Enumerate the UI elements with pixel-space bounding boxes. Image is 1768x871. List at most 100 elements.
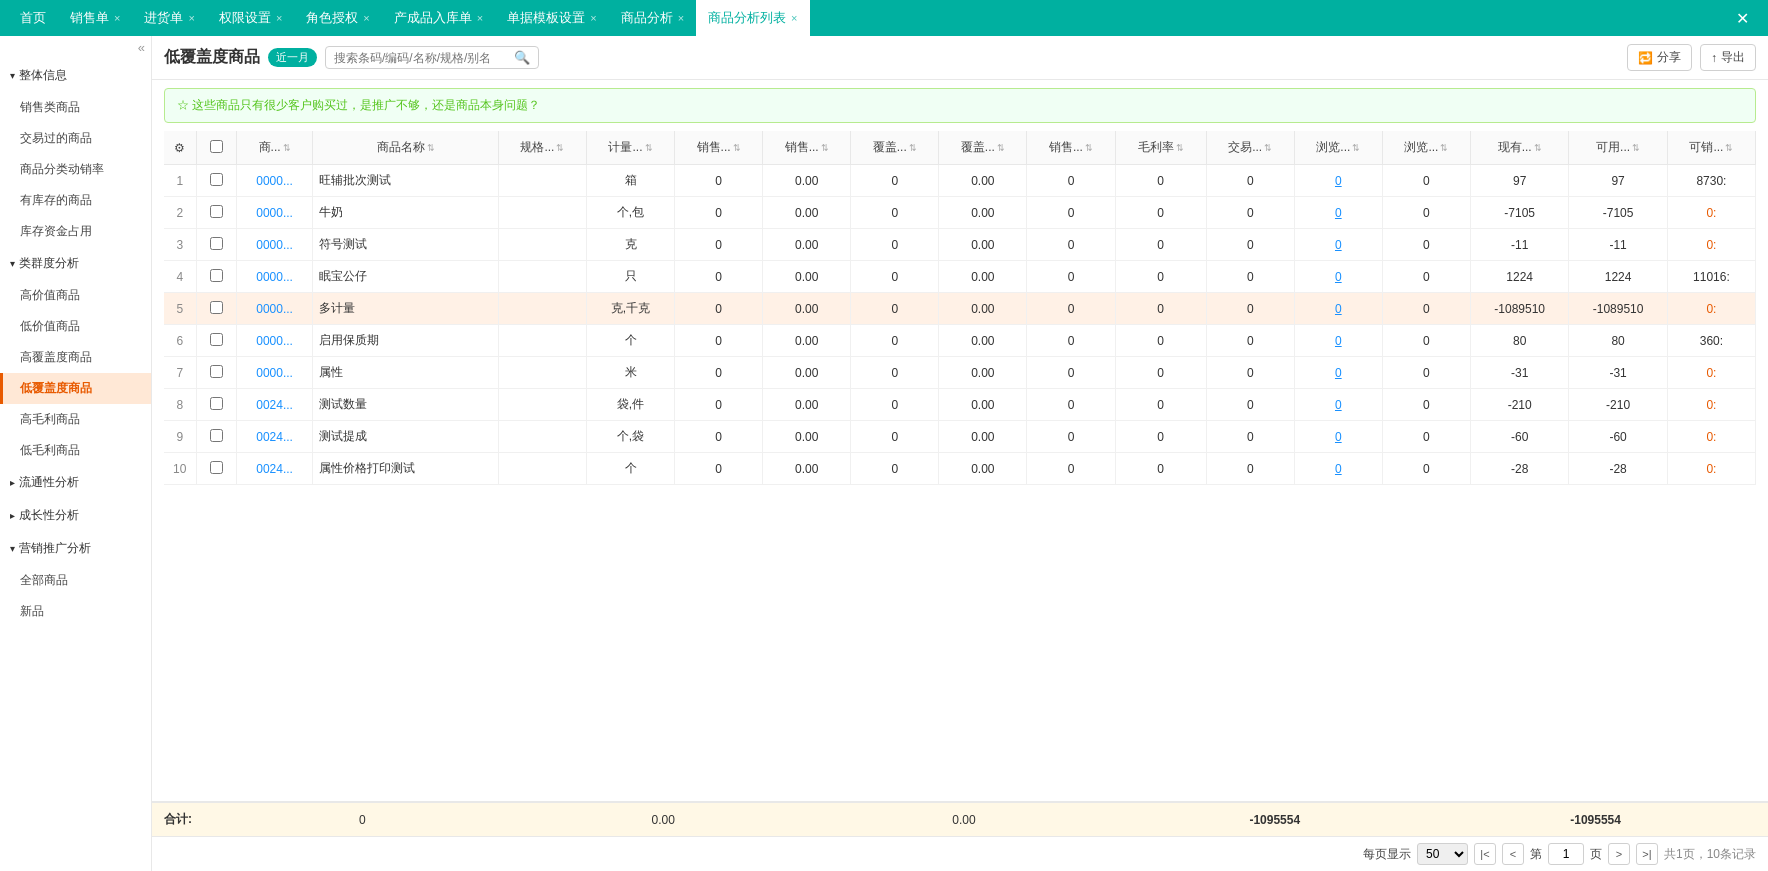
th-sales3[interactable]: 销售...⇅ bbox=[1027, 131, 1115, 165]
cell-cov2: 0.00 bbox=[939, 229, 1027, 261]
row-checkbox[interactable] bbox=[210, 461, 223, 474]
sidebar-item-traded-products[interactable]: 交易过的商品 bbox=[0, 123, 151, 154]
cell-checkbox[interactable] bbox=[196, 293, 236, 325]
th-current[interactable]: 现有...⇅ bbox=[1470, 131, 1568, 165]
row-checkbox[interactable] bbox=[210, 397, 223, 410]
sidebar-item-category-rate[interactable]: 商品分类动销率 bbox=[0, 154, 151, 185]
cell-view1[interactable]: 0 bbox=[1294, 293, 1382, 325]
nav-sales-close[interactable]: × bbox=[114, 12, 120, 24]
nav-product-inbound[interactable]: 产成品入库单 × bbox=[382, 0, 495, 36]
cell-checkbox[interactable] bbox=[196, 165, 236, 197]
nav-roles[interactable]: 角色授权 × bbox=[294, 0, 381, 36]
sidebar-group-growth[interactable]: ▸ 成长性分析 bbox=[0, 499, 151, 532]
th-sales-amt[interactable]: 销售...⇅ bbox=[763, 131, 851, 165]
period-tag[interactable]: 近一月 bbox=[268, 48, 317, 67]
sidebar-group-marketing[interactable]: ▾ 营销推广分析 bbox=[0, 532, 151, 565]
nav-permissions-close[interactable]: × bbox=[276, 12, 282, 24]
window-close-button[interactable]: ✕ bbox=[1724, 0, 1760, 36]
sidebar-item-low-value[interactable]: 低价值商品 bbox=[0, 311, 151, 342]
nav-template-settings[interactable]: 单据模板设置 × bbox=[495, 0, 608, 36]
th-sellable[interactable]: 可销...⇅ bbox=[1667, 131, 1755, 165]
nav-product-inbound-close[interactable]: × bbox=[477, 12, 483, 24]
th-cov1[interactable]: 覆盖...⇅ bbox=[851, 131, 939, 165]
row-checkbox[interactable] bbox=[210, 205, 223, 218]
page-input[interactable] bbox=[1548, 843, 1584, 865]
sidebar-item-sales-products[interactable]: 销售类商品 bbox=[0, 92, 151, 123]
sidebar-group-cluster[interactable]: ▾ 类群度分析 bbox=[0, 247, 151, 280]
next-page-btn[interactable]: > bbox=[1608, 843, 1630, 865]
export-button[interactable]: ↑ 导出 bbox=[1700, 44, 1756, 71]
share-button[interactable]: 🔁 分享 bbox=[1627, 44, 1692, 71]
th-cov2[interactable]: 覆盖...⇅ bbox=[939, 131, 1027, 165]
nav-purchase[interactable]: 进货单 × bbox=[132, 0, 206, 36]
th-checkbox[interactable] bbox=[196, 131, 236, 165]
row-checkbox[interactable] bbox=[210, 301, 223, 314]
nav-analysis-list[interactable]: 商品分析列表 × bbox=[696, 0, 809, 36]
th-spec[interactable]: 规格...⇅ bbox=[498, 131, 586, 165]
cell-checkbox[interactable] bbox=[196, 325, 236, 357]
cell-view1[interactable]: 0 bbox=[1294, 453, 1382, 485]
th-name[interactable]: 商品名称⇅ bbox=[313, 131, 498, 165]
first-page-btn[interactable]: |< bbox=[1474, 843, 1496, 865]
th-code[interactable]: 商...⇅ bbox=[236, 131, 313, 165]
cell-sales-qty: 0 bbox=[675, 325, 763, 357]
nav-product-analysis[interactable]: 商品分析 × bbox=[609, 0, 696, 36]
th-trade[interactable]: 交易...⇅ bbox=[1206, 131, 1294, 165]
cell-checkbox[interactable] bbox=[196, 389, 236, 421]
prev-page-btn[interactable]: < bbox=[1502, 843, 1524, 865]
row-checkbox[interactable] bbox=[210, 173, 223, 186]
cell-checkbox[interactable] bbox=[196, 197, 236, 229]
sidebar-item-stock-capital[interactable]: 库存资金占用 bbox=[0, 216, 151, 247]
nav-template-close[interactable]: × bbox=[590, 12, 596, 24]
cell-checkbox[interactable] bbox=[196, 453, 236, 485]
cell-view1[interactable]: 0 bbox=[1294, 325, 1382, 357]
cell-view1[interactable]: 0 bbox=[1294, 421, 1382, 453]
cell-view1[interactable]: 0 bbox=[1294, 261, 1382, 293]
row-checkbox[interactable] bbox=[210, 237, 223, 250]
th-available[interactable]: 可用...⇅ bbox=[1569, 131, 1667, 165]
sidebar-item-new-products[interactable]: 新品 bbox=[0, 596, 151, 627]
th-sales-qty[interactable]: 销售...⇅ bbox=[675, 131, 763, 165]
th-settings[interactable]: ⚙ bbox=[164, 131, 196, 165]
nav-home[interactable]: 首页 bbox=[8, 0, 58, 36]
cell-view1[interactable]: 0 bbox=[1294, 197, 1382, 229]
th-unit[interactable]: 计量...⇅ bbox=[586, 131, 674, 165]
select-all-checkbox[interactable] bbox=[210, 140, 223, 153]
search-input[interactable] bbox=[334, 51, 514, 65]
sidebar-collapse-btn[interactable]: « bbox=[138, 40, 145, 55]
th-view2[interactable]: 浏览...⇅ bbox=[1382, 131, 1470, 165]
sidebar-group-flow[interactable]: ▸ 流通性分析 bbox=[0, 466, 151, 499]
cell-checkbox[interactable] bbox=[196, 421, 236, 453]
search-box[interactable]: 🔍 bbox=[325, 46, 539, 69]
per-page-select[interactable]: 50 20 100 bbox=[1417, 843, 1468, 865]
th-view1[interactable]: 浏览...⇅ bbox=[1294, 131, 1382, 165]
nav-sales[interactable]: 销售单 × bbox=[58, 0, 132, 36]
cell-checkbox[interactable] bbox=[196, 357, 236, 389]
sidebar-item-stock-products[interactable]: 有库存的商品 bbox=[0, 185, 151, 216]
sidebar-item-high-margin[interactable]: 高毛利商品 bbox=[0, 404, 151, 435]
row-checkbox[interactable] bbox=[210, 269, 223, 282]
nav-analysis-list-close[interactable]: × bbox=[791, 12, 797, 24]
row-checkbox[interactable] bbox=[210, 429, 223, 442]
sidebar-group-overall[interactable]: ▾ 整体信息 bbox=[0, 59, 151, 92]
cell-view1[interactable]: 0 bbox=[1294, 229, 1382, 261]
sidebar-item-low-margin[interactable]: 低毛利商品 bbox=[0, 435, 151, 466]
row-checkbox[interactable] bbox=[210, 365, 223, 378]
cell-view1[interactable]: 0 bbox=[1294, 357, 1382, 389]
sidebar-item-high-coverage[interactable]: 高覆盖度商品 bbox=[0, 342, 151, 373]
sidebar-item-high-value[interactable]: 高价值商品 bbox=[0, 280, 151, 311]
nav-roles-close[interactable]: × bbox=[363, 12, 369, 24]
cell-checkbox[interactable] bbox=[196, 229, 236, 261]
cell-checkbox[interactable] bbox=[196, 261, 236, 293]
cell-view1[interactable]: 0 bbox=[1294, 389, 1382, 421]
row-checkbox[interactable] bbox=[210, 333, 223, 346]
cell-view2: 0 bbox=[1382, 293, 1470, 325]
sidebar-item-all-products[interactable]: 全部商品 bbox=[0, 565, 151, 596]
sidebar-item-low-coverage[interactable]: 低覆盖度商品 bbox=[0, 373, 151, 404]
cell-view1[interactable]: 0 bbox=[1294, 165, 1382, 197]
last-page-btn[interactable]: >| bbox=[1636, 843, 1658, 865]
nav-permissions[interactable]: 权限设置 × bbox=[207, 0, 294, 36]
nav-purchase-close[interactable]: × bbox=[188, 12, 194, 24]
th-gross-margin[interactable]: 毛利率⇅ bbox=[1115, 131, 1206, 165]
nav-analysis-close[interactable]: × bbox=[678, 12, 684, 24]
